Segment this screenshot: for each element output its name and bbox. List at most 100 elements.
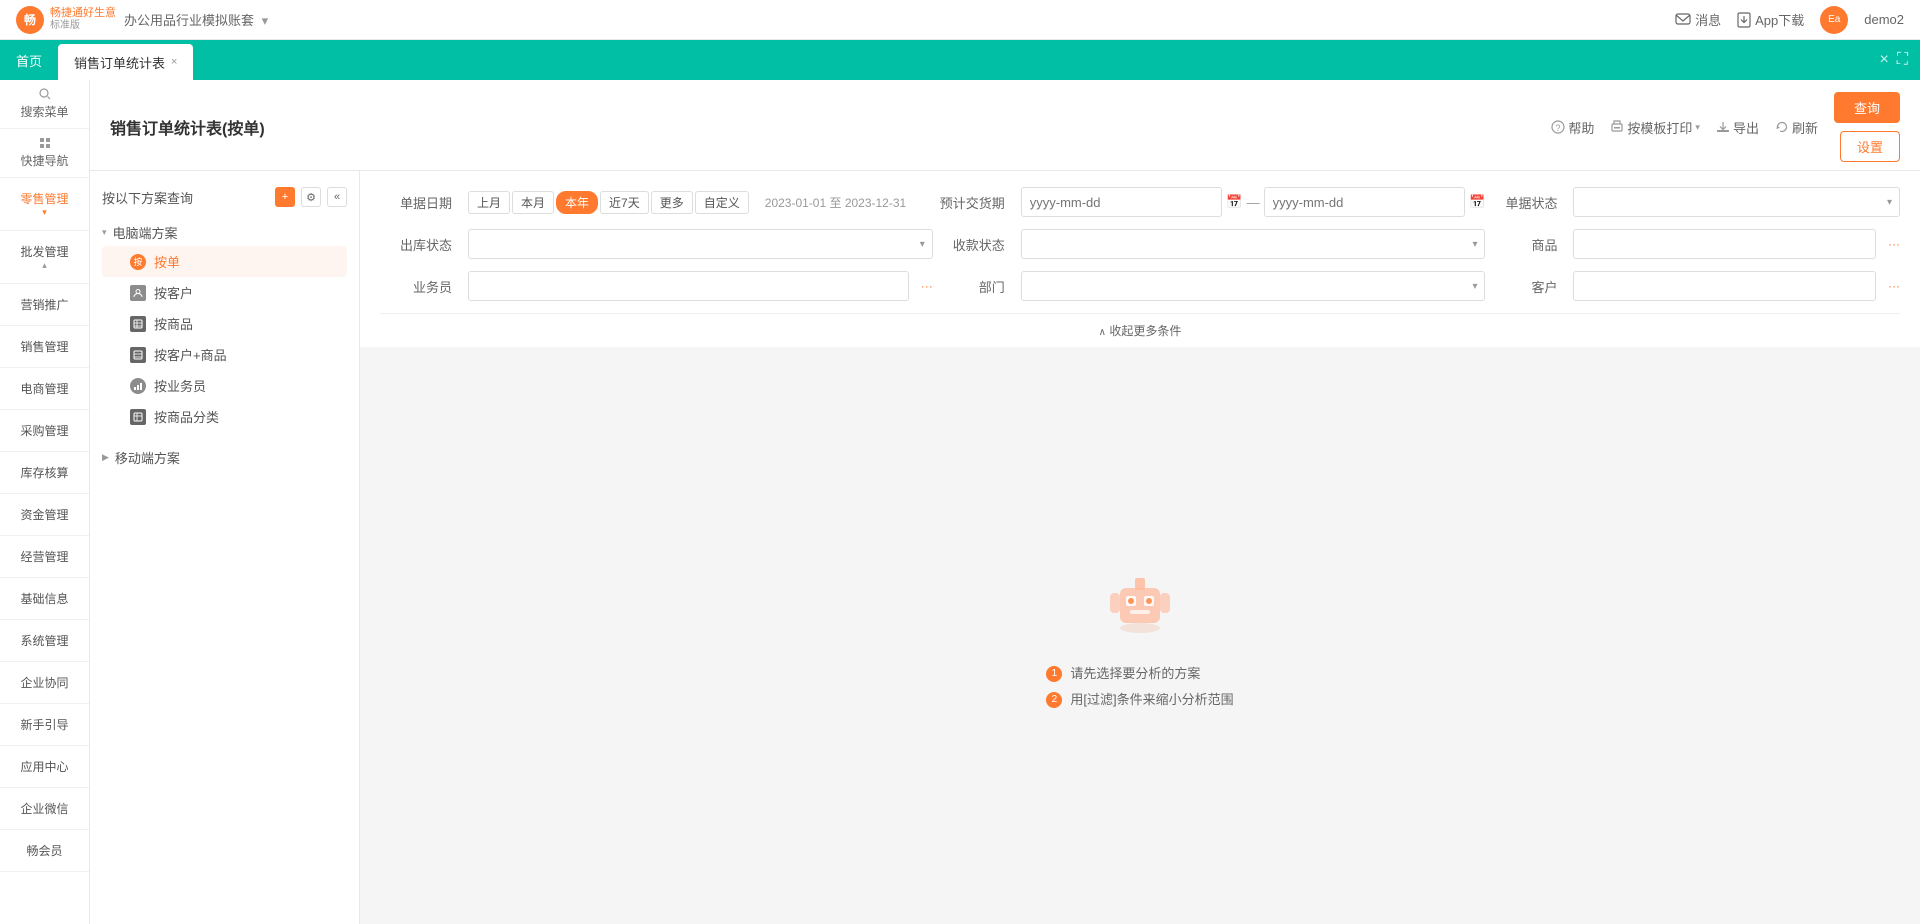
sidebar-quick-nav[interactable]: 快捷导航 (0, 129, 89, 178)
expected-date-label: 预计交货期 (933, 193, 1013, 212)
logo-subtitle: 标准版 (50, 20, 116, 32)
tip-num-2: 2 (1046, 692, 1062, 708)
tab-maximize-btn[interactable]: ⛶ (1897, 51, 1908, 69)
date-btn-more[interactable]: 更多 (651, 191, 693, 214)
delivery-status-select[interactable]: 未出库 部分出库 已出库 (468, 229, 933, 259)
sidebar-item-finance[interactable]: 资金管理 (0, 494, 89, 536)
goods-input[interactable] (1573, 229, 1876, 259)
calendar-start-icon[interactable]: 📅 (1226, 194, 1242, 210)
sidebar-item-wholesale[interactable]: 批发管理 ▴ (0, 231, 89, 284)
tab-close-btn[interactable]: × (171, 56, 177, 68)
help-btn[interactable]: ? 帮助 (1551, 118, 1594, 137)
message-btn[interactable]: 消息 (1675, 10, 1721, 29)
filter-row-1: 单据日期 上月 本月 本年 近7天 更多 自定义 2023-01-01 至 20… (380, 187, 1900, 217)
customer-more-btn[interactable]: ··· (1888, 279, 1900, 293)
sidebar-item-inventory[interactable]: 库存核算 (0, 452, 89, 494)
scheme-item-by-order[interactable]: 按 按单 (102, 246, 347, 277)
expected-date-start[interactable] (1021, 187, 1223, 217)
sidebar-item-ecommerce[interactable]: 电商管理 (0, 368, 89, 410)
tab-minimize-btn[interactable]: × (1879, 51, 1888, 69)
sidebar-item-member[interactable]: 畅会员 (0, 830, 89, 872)
customer-input[interactable] (1573, 271, 1876, 301)
payment-status-select[interactable]: 未收款 部分收款 已收款 (1021, 229, 1486, 259)
date-btn-custom[interactable]: 自定义 (695, 191, 749, 214)
sidebar-item-wechat-label: 企业微信 (8, 800, 81, 817)
settings-button[interactable]: 设置 (1840, 131, 1900, 162)
scheme-item-by-customer-goods[interactable]: 按客户+商品 (102, 339, 347, 370)
salesperson-more-btn[interactable]: ··· (921, 279, 933, 293)
print-icon (1610, 120, 1624, 134)
export-icon (1716, 120, 1730, 134)
sidebar-item-marketing[interactable]: 营销推广 (0, 284, 89, 326)
nav-icon (39, 137, 51, 149)
logo-area[interactable]: 畅 畅捷通好生意 标准版 (16, 6, 116, 34)
scheme-icon-order: 按 (130, 254, 146, 270)
user-avatar[interactable]: Ea (1820, 6, 1848, 34)
payment-status-select-wrapper: 未收款 部分收款 已收款 ▾ (1021, 229, 1486, 259)
query-button[interactable]: 查询 (1834, 92, 1900, 123)
sidebar-item-ecommerce-label: 电商管理 (8, 380, 81, 397)
download-icon (1737, 12, 1751, 28)
tab-active[interactable]: 销售订单统计表 × (58, 44, 193, 80)
goods-more-btn[interactable]: ··· (1888, 237, 1900, 251)
settings-scheme-btn[interactable]: ⚙ (301, 187, 321, 207)
calendar-end-icon[interactable]: 📅 (1469, 194, 1485, 210)
main-content: 单据日期 上月 本月 本年 近7天 更多 自定义 2023-01-01 至 20… (360, 171, 1920, 924)
sidebar-item-wechat[interactable]: 企业微信 (0, 788, 89, 830)
sidebar-item-guide[interactable]: 新手引导 (0, 704, 89, 746)
date-label: 单据日期 (380, 193, 460, 212)
department-select-wrapper: ▾ (1021, 271, 1486, 301)
sidebar-item-retail[interactable]: 零售管理 ▾ (0, 178, 89, 231)
scheme-item-by-category[interactable]: 按商品分类 (102, 401, 347, 432)
scheme-item-by-customer[interactable]: 按客户 (102, 277, 347, 308)
sidebar-item-system[interactable]: 系统管理 (0, 620, 89, 662)
sidebar-item-finance-label: 资金管理 (8, 506, 81, 523)
expected-date-end[interactable] (1264, 187, 1466, 217)
filter-group-delivery: 出库状态 未出库 部分出库 已出库 ▾ (380, 229, 933, 259)
sidebar-item-sales[interactable]: 销售管理 (0, 326, 89, 368)
tab-home[interactable]: 首页 (0, 40, 58, 80)
scheme-item-by-salesperson[interactable]: 按业务员 (102, 370, 347, 401)
scheme-group-desktop-label: 电脑端方案 (113, 223, 178, 242)
sidebar-item-basic[interactable]: 基础信息 (0, 578, 89, 620)
department-select[interactable] (1021, 271, 1486, 301)
bill-status-select[interactable]: 草稿 已审核 已关闭 (1573, 187, 1900, 217)
sidebar-item-retail-label: 零售管理 (8, 190, 81, 207)
app-title-dropdown[interactable]: ▾ (262, 13, 269, 28)
add-scheme-btn[interactable]: + (275, 187, 295, 207)
tip-text-2: 用[过滤]条件来缩小分析范围 (1070, 687, 1233, 713)
left-panel-header: 按以下方案查询 + ⚙ « (90, 181, 359, 213)
date-btn-7days[interactable]: 近7天 (600, 191, 649, 214)
export-btn[interactable]: 导出 (1716, 118, 1759, 137)
salesperson-input[interactable] (468, 271, 909, 301)
query-btn-group: 查询 设置 (1834, 92, 1900, 162)
username-label[interactable]: demo2 (1864, 12, 1904, 27)
template-print-btn[interactable]: 按模板打印 ▾ (1610, 118, 1700, 137)
scheme-group-mobile-header[interactable]: ▶ 移动端方案 (102, 444, 347, 471)
scheme-item-by-goods[interactable]: 按商品 (102, 308, 347, 339)
collapse-panel-btn[interactable]: « (327, 187, 347, 207)
filter-group-expected-date: 预计交货期 📅 — 📅 (933, 187, 1486, 217)
app-download-btn[interactable]: App下载 (1737, 10, 1804, 29)
date-btn-thisyear[interactable]: 本年 (556, 191, 598, 214)
date-btn-thismonth[interactable]: 本月 (512, 191, 554, 214)
scheme-group-desktop-header[interactable]: ▾ 电脑端方案 (102, 219, 347, 246)
bill-status-label: 单据状态 (1485, 193, 1565, 212)
empty-tip-2: 2 用[过滤]条件来缩小分析范围 (1046, 687, 1233, 713)
sidebar-item-purchase[interactable]: 采购管理 (0, 410, 89, 452)
sidebar-item-enterprise[interactable]: 企业协同 (0, 662, 89, 704)
inner-layout: 按以下方案查询 + ⚙ « ▾ 电脑端方案 按 按单 (90, 171, 1920, 924)
sidebar-search[interactable]: 搜索菜单 (0, 80, 89, 129)
sidebar-item-appcenter[interactable]: 应用中心 (0, 746, 89, 788)
empty-area: 1 请先选择要分析的方案 2 用[过滤]条件来缩小分析范围 (360, 347, 1920, 924)
refresh-btn[interactable]: 刷新 (1775, 118, 1818, 137)
sidebar-item-inventory-label: 库存核算 (8, 464, 81, 481)
top-bar: 畅 畅捷通好生意 标准版 办公用品行业模拟账套 ▾ 消息 App下载 Ea de… (0, 0, 1920, 40)
filter-group-date: 单据日期 上月 本月 本年 近7天 更多 自定义 2023-01-01 至 20… (380, 191, 933, 214)
sidebar-item-operations[interactable]: 经营管理 (0, 536, 89, 578)
sidebar-item-system-label: 系统管理 (8, 632, 81, 649)
content-area: 销售订单统计表(按单) ? 帮助 按模板打印 ▾ 导出 刷新 (90, 80, 1920, 924)
collapse-row[interactable]: ∧ 收起更多条件 (380, 313, 1900, 347)
goods-label: 商品 (1485, 235, 1565, 254)
date-btn-lastmonth[interactable]: 上月 (468, 191, 510, 214)
